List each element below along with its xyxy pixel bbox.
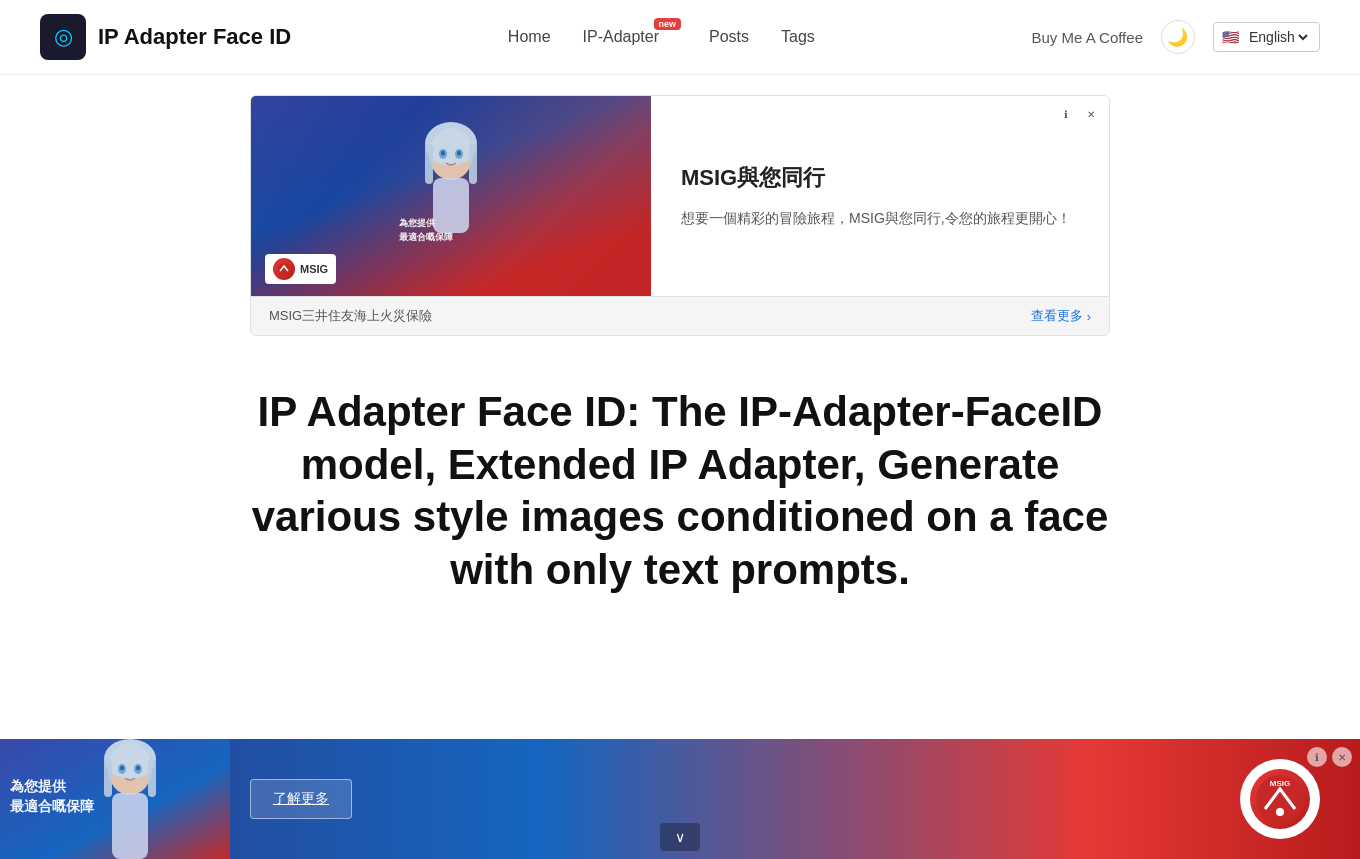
nav-links: Home IP-Adapter new Posts Tags <box>508 28 815 46</box>
language-selector[interactable]: 🇺🇸 English 中文 日本語 한국어 <box>1213 22 1320 52</box>
brand-logo-icon: ◎ <box>40 14 86 60</box>
dark-mode-toggle[interactable]: 🌙 <box>1161 20 1195 54</box>
ad-more-link[interactable]: 查看更多 › <box>1031 307 1091 325</box>
ad-banner-top: 為您提供 最適合嘅保障 MSIG <box>251 96 1109 296</box>
svg-text:為您提供: 為您提供 <box>398 218 436 228</box>
svg-rect-2 <box>425 144 433 184</box>
msig-logo-box: MSIG <box>265 254 336 284</box>
main-content: 為您提供 最適合嘅保障 MSIG <box>230 75 1130 626</box>
ad-title: MSIG與您同行 <box>681 163 1079 193</box>
ad-banner: 為您提供 最適合嘅保障 MSIG <box>250 95 1110 336</box>
ad-anime-figure: 為您提供 最適合嘅保障 <box>391 116 511 276</box>
brand-link[interactable]: ◎ IP Adapter Face ID <box>40 14 291 60</box>
svg-rect-3 <box>469 144 477 184</box>
ad-close-button[interactable]: ✕ <box>1081 104 1101 124</box>
nav-ip-adapter[interactable]: IP-Adapter new <box>583 28 659 46</box>
language-dropdown[interactable]: English 中文 日本語 한국어 <box>1245 28 1311 46</box>
svg-rect-4 <box>433 178 469 233</box>
ad-description: 想要一個精彩的冒險旅程，MSIG與您同行,令您的旅程更開心！ <box>681 207 1079 229</box>
nav-home[interactable]: Home <box>508 28 551 46</box>
ad-image-area: 為您提供 最適合嘅保障 MSIG <box>251 96 651 296</box>
ad-sponsor-name: MSIG三井住友海上火災保險 <box>269 307 432 325</box>
nav-tags[interactable]: Tags <box>781 28 815 46</box>
msig-logo-icon <box>273 258 295 280</box>
ad-info-bar: MSIG三井住友海上火災保險 查看更多 › <box>251 296 1109 335</box>
ad-info-button[interactable]: ℹ <box>1056 104 1076 124</box>
article-heading: IP Adapter Face ID: The IP-Adapter-FaceI… <box>250 376 1110 626</box>
buy-coffee-link[interactable]: Buy Me A Coffee <box>1032 29 1143 46</box>
ad-banner-top-wrapper: 為您提供 最適合嘅保障 MSIG <box>251 96 1109 296</box>
ad-top-controls: ℹ ✕ <box>1056 104 1101 124</box>
svg-text:最適合嘅保障: 最適合嘅保障 <box>399 231 454 242</box>
brand-title: IP Adapter Face ID <box>98 24 291 50</box>
navbar-right: Buy Me A Coffee 🌙 🇺🇸 English 中文 日本語 한국어 <box>1032 20 1320 54</box>
svg-point-8 <box>457 151 461 156</box>
nav-posts[interactable]: Posts <box>709 28 749 46</box>
ad-text-area: MSIG與您同行 想要一個精彩的冒險旅程，MSIG與您同行,令您的旅程更開心！ <box>651 96 1109 296</box>
msig-logo-text: MSIG <box>300 263 328 275</box>
svg-point-7 <box>441 151 445 156</box>
navbar: ◎ IP Adapter Face ID Home IP-Adapter new… <box>0 0 1360 75</box>
ip-adapter-badge: new <box>654 18 682 30</box>
